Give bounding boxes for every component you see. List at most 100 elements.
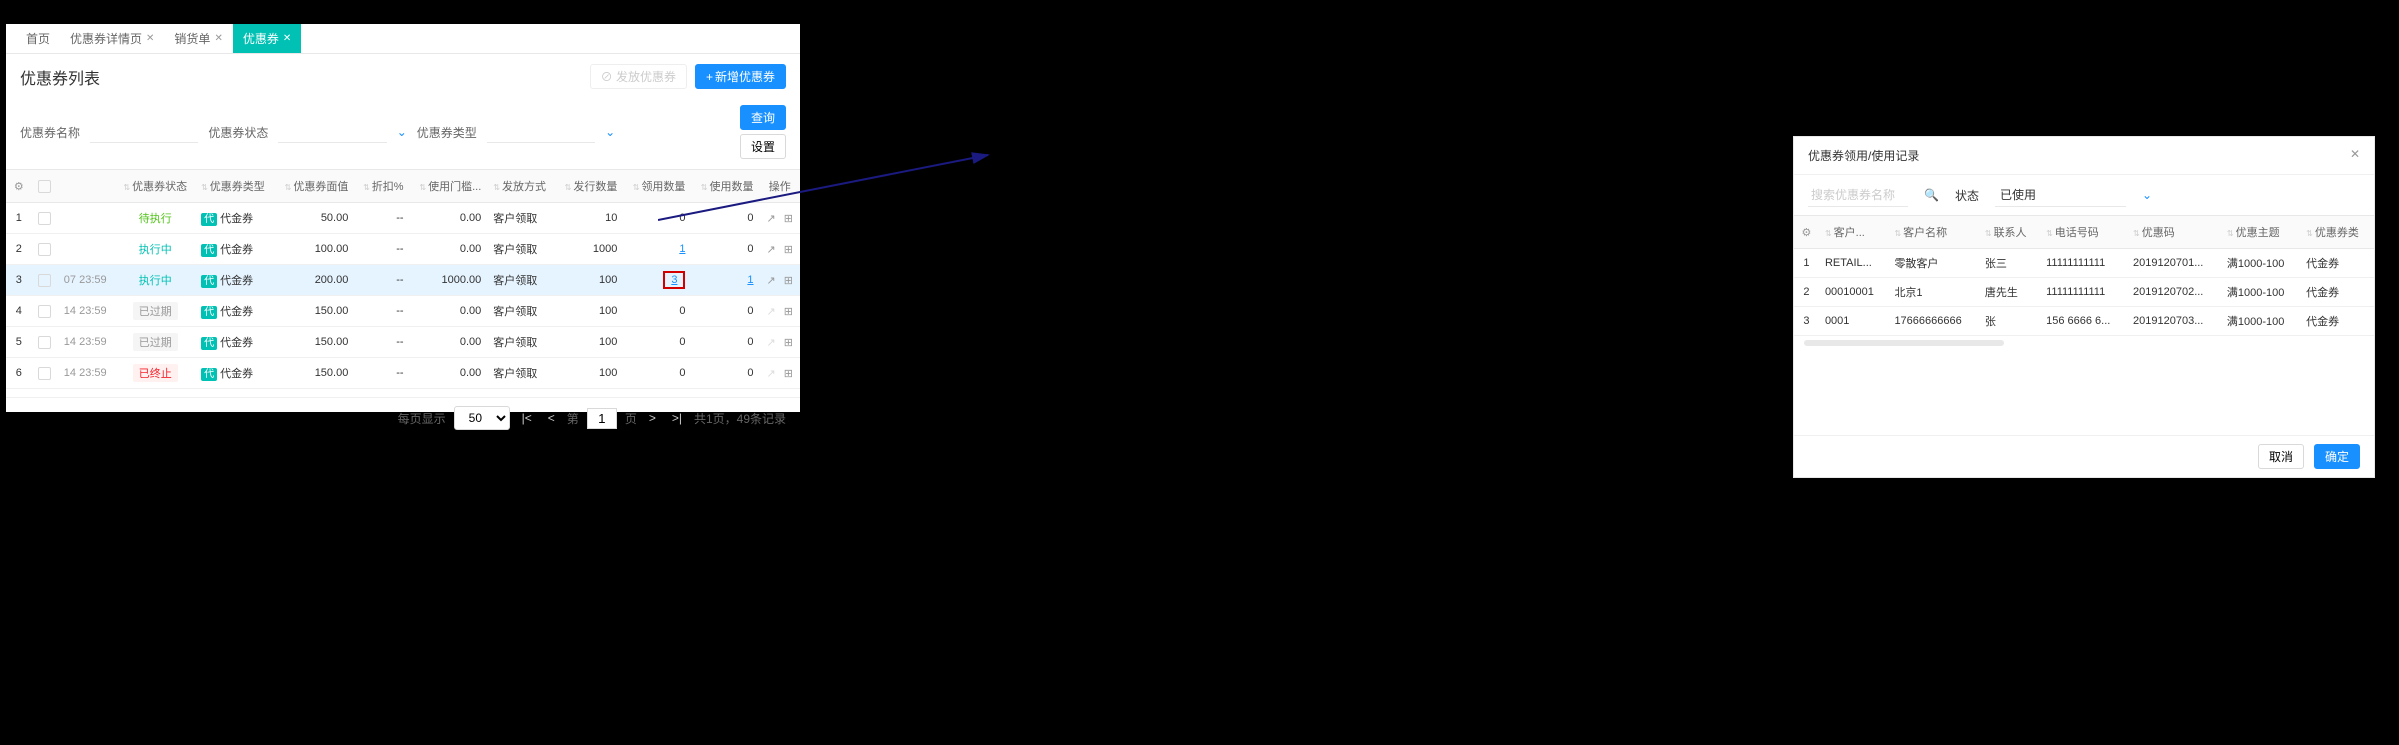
close-icon[interactable]: ✕ xyxy=(146,33,154,44)
gear-icon[interactable]: ⚙ xyxy=(1802,227,1812,239)
row-claim[interactable]: 0 xyxy=(623,203,691,234)
tab-bar: 首页 优惠券详情页✕ 销货单✕ 优惠券✕ xyxy=(6,24,800,54)
table-row[interactable]: 1 RETAIL... 零散客户 张三 11111111111 20191207… xyxy=(1794,249,2374,278)
close-icon[interactable]: ✕ xyxy=(2350,147,2360,164)
table-row[interactable]: 1 待执行 代 代金券 50.00 -- 0.00 客户领取 10 0 0 ↗⊞ xyxy=(6,203,800,234)
checkbox-all[interactable] xyxy=(38,180,51,193)
share-icon[interactable]: ↗ xyxy=(767,243,776,256)
row-claim[interactable]: 0 xyxy=(623,389,691,398)
search-icon[interactable]: 🔍 xyxy=(1924,188,1939,202)
row-use[interactable]: 0 xyxy=(691,203,759,234)
row-checkbox[interactable] xyxy=(32,265,58,296)
col-label: 联系人 xyxy=(1994,227,2027,239)
row-use[interactable]: 0 xyxy=(691,389,759,398)
table-scroll[interactable]: ⚙ ⇅优惠券状态 ⇅优惠券类型 ⇅优惠券面值 ⇅折扣% ⇅使用门槛... ⇅发放… xyxy=(6,169,800,397)
table-row[interactable]: 3 07 23:59 执行中 代 代金券 200.00 -- 1000.00 客… xyxy=(6,265,800,296)
share-icon[interactable]: ↗ xyxy=(767,274,776,287)
prev-page-icon[interactable]: < xyxy=(544,411,559,425)
row-checkbox[interactable] xyxy=(32,234,58,265)
row-claim[interactable]: 0 xyxy=(623,327,691,358)
table-row[interactable]: 7 14 23:59 待发布 代 代金券 150.00 -- 0.00 客户领取… xyxy=(6,389,800,398)
table-row[interactable]: 4 14 23:59 已过期 代 代金券 150.00 -- 0.00 客户领取… xyxy=(6,296,800,327)
row-cust-code: 00010001 xyxy=(1819,278,1889,307)
row-checkbox[interactable] xyxy=(32,389,58,398)
coupon-search-input[interactable]: 搜索优惠券名称 xyxy=(1808,183,1908,207)
subject-col[interactable]: ⇅优惠主题 xyxy=(2221,216,2300,249)
contact-col[interactable]: ⇅联系人 xyxy=(1979,216,2040,249)
type-select[interactable] xyxy=(487,122,595,143)
issue-col[interactable]: ⇅发行数量 xyxy=(555,170,623,203)
status-select[interactable]: 已使用 xyxy=(1995,183,2126,207)
phone-col[interactable]: ⇅电话号码 xyxy=(2040,216,2127,249)
code-col[interactable]: ⇅优惠码 xyxy=(2127,216,2221,249)
use-col[interactable]: ⇅使用数量 xyxy=(691,170,759,203)
scrollbar[interactable] xyxy=(1804,340,2004,346)
qr-icon[interactable]: ⊞ xyxy=(784,274,793,287)
confirm-button[interactable]: 确定 xyxy=(2314,444,2360,469)
row-claim[interactable]: 1 xyxy=(623,234,691,265)
table-row[interactable]: 5 14 23:59 已过期 代 代金券 150.00 -- 0.00 客户领取… xyxy=(6,327,800,358)
per-page-select[interactable]: 50 xyxy=(454,406,510,430)
settings-button[interactable]: 设置 xyxy=(740,134,786,159)
share-icon[interactable]: ↗ xyxy=(767,367,776,380)
cust-code-col[interactable]: ⇅客户... xyxy=(1819,216,1889,249)
gear-icon[interactable]: ⚙ xyxy=(14,181,24,193)
share-icon[interactable]: ↗ xyxy=(767,336,776,349)
disc-col[interactable]: ⇅折扣% xyxy=(354,170,409,203)
sort-icon: ⇅ xyxy=(363,183,370,192)
row-use[interactable]: 0 xyxy=(691,234,759,265)
ctype-col[interactable]: ⇅优惠券类 xyxy=(2300,216,2374,249)
modal-title: 优惠券领用/使用记录 xyxy=(1808,147,1919,164)
status-col[interactable]: ⇅优惠券状态 xyxy=(115,170,195,203)
name-input[interactable] xyxy=(90,122,198,143)
next-page-icon[interactable]: > xyxy=(645,411,660,425)
first-page-icon[interactable]: |< xyxy=(518,411,536,425)
type-col[interactable]: ⇅优惠券类型 xyxy=(195,170,275,203)
cust-name-col[interactable]: ⇅客户名称 xyxy=(1888,216,1978,249)
row-claim[interactable]: 0 xyxy=(623,358,691,389)
status-select[interactable] xyxy=(278,122,386,143)
row-checkbox[interactable] xyxy=(32,203,58,234)
share-icon[interactable]: ↗ xyxy=(767,212,776,225)
claim-col[interactable]: ⇅领用数量 xyxy=(623,170,691,203)
row-use[interactable]: 0 xyxy=(691,327,759,358)
gear-col[interactable]: ⚙ xyxy=(1794,216,1819,249)
row-use[interactable]: 0 xyxy=(691,296,759,327)
add-coupon-button[interactable]: 新增优惠券 xyxy=(695,64,786,89)
last-page-icon[interactable]: >| xyxy=(668,411,686,425)
row-use[interactable]: 0 xyxy=(691,358,759,389)
page-input[interactable] xyxy=(587,408,617,429)
search-button[interactable]: 查询 xyxy=(740,105,786,130)
thresh-col[interactable]: ⇅使用门槛... xyxy=(410,170,488,203)
close-icon[interactable]: ✕ xyxy=(214,33,222,44)
method-col[interactable]: ⇅发放方式 xyxy=(487,170,555,203)
row-claim[interactable]: 3 xyxy=(623,265,691,296)
qr-icon[interactable]: ⊞ xyxy=(784,305,793,318)
qr-icon[interactable]: ⊞ xyxy=(784,212,793,225)
gear-col[interactable]: ⚙ xyxy=(6,170,32,203)
tab-coupon[interactable]: 优惠券✕ xyxy=(233,24,301,53)
row-claim[interactable]: 0 xyxy=(623,296,691,327)
qr-icon[interactable]: ⊞ xyxy=(784,367,793,380)
share-icon[interactable]: ↗ xyxy=(767,305,776,318)
table-row[interactable]: 6 14 23:59 已终止 代 代金券 150.00 -- 0.00 客户领取… xyxy=(6,358,800,389)
row-checkbox[interactable] xyxy=(32,296,58,327)
row-checkbox[interactable] xyxy=(32,327,58,358)
usage-table: ⚙ ⇅客户... ⇅客户名称 ⇅联系人 ⇅电话号码 ⇅优惠码 ⇅优惠主题 ⇅优惠… xyxy=(1794,215,2374,336)
row-coupon-code: 2019120703... xyxy=(2127,307,2221,336)
cancel-button[interactable]: 取消 xyxy=(2258,444,2304,469)
tab-sales-order[interactable]: 销货单✕ xyxy=(164,24,232,53)
close-icon[interactable]: ✕ xyxy=(283,33,291,44)
table-row[interactable]: 2 执行中 代 代金券 100.00 -- 0.00 客户领取 1000 1 0… xyxy=(6,234,800,265)
row-checkbox[interactable] xyxy=(32,358,58,389)
row-status: 执行中 xyxy=(115,234,195,265)
qr-icon[interactable]: ⊞ xyxy=(784,243,793,256)
table-row[interactable]: 2 00010001 北京1 唐先生 11111111111 201912070… xyxy=(1794,278,2374,307)
face-col[interactable]: ⇅优惠券面值 xyxy=(275,170,355,203)
qr-icon[interactable]: ⊞ xyxy=(784,336,793,349)
tab-coupon-detail[interactable]: 优惠券详情页✕ xyxy=(60,24,164,53)
distribute-button[interactable]: ⊘ 发放优惠券 xyxy=(590,64,687,89)
row-use[interactable]: 1 xyxy=(691,265,759,296)
table-row[interactable]: 3 0001 17666666666 张 156 6666 6... 20191… xyxy=(1794,307,2374,336)
tab-home[interactable]: 首页 xyxy=(16,24,60,53)
